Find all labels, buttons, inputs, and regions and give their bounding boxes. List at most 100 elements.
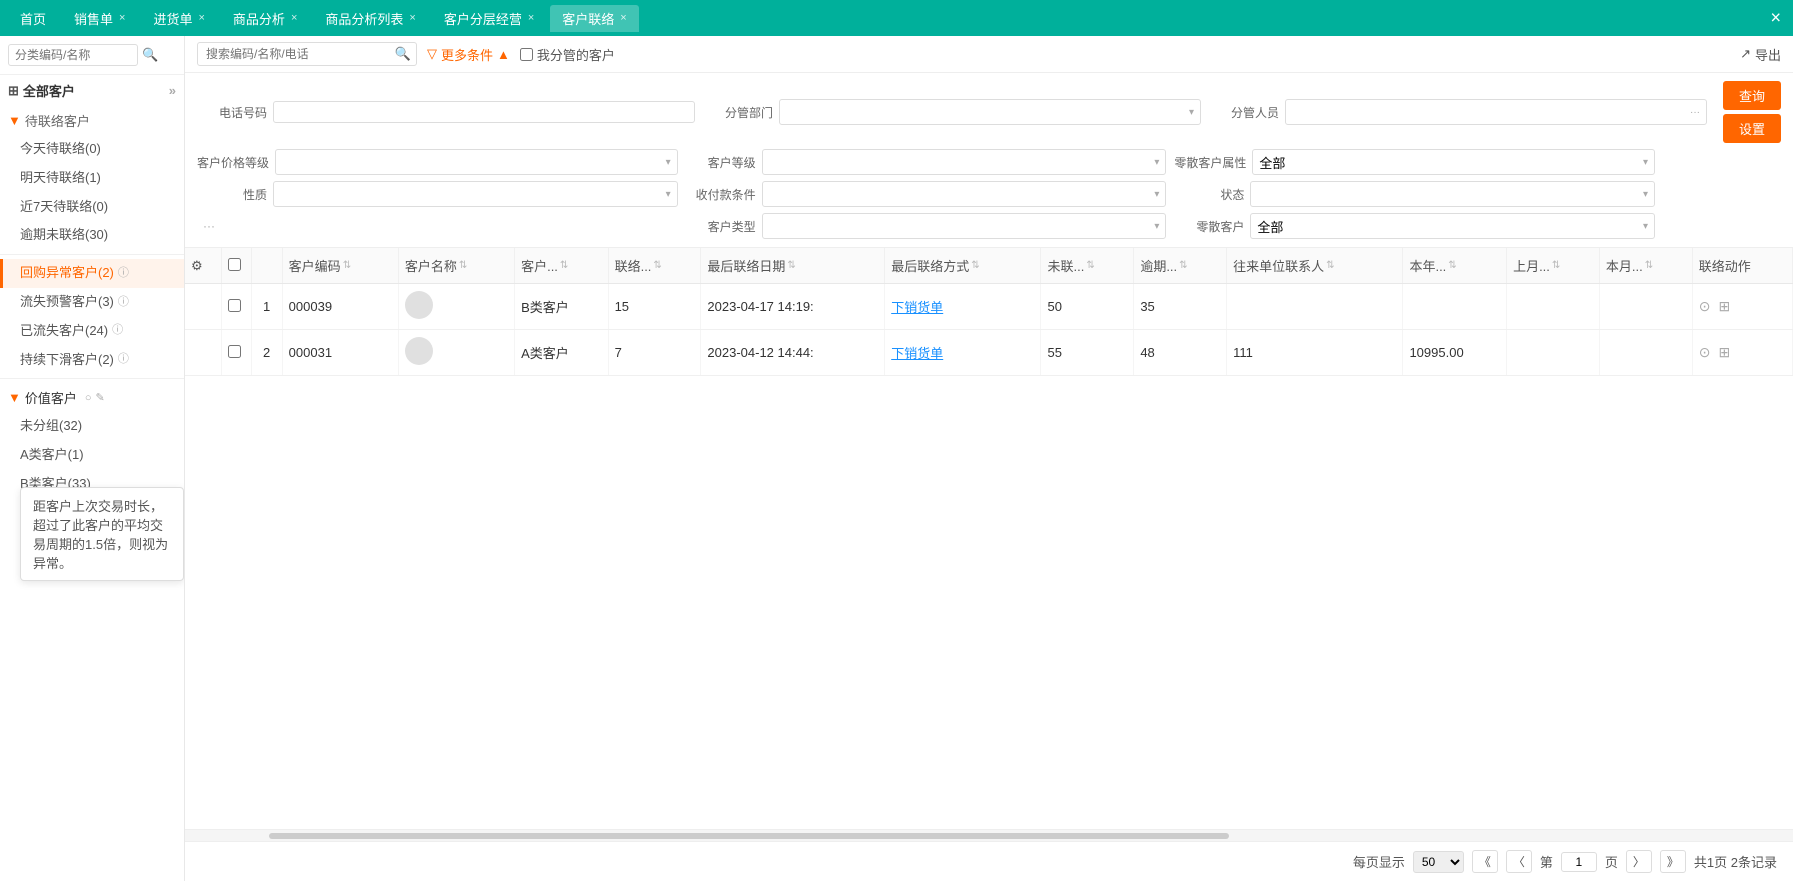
scattered-attr-dropdown[interactable]: 全部 ▾ bbox=[1252, 149, 1655, 175]
customer-level-label: 客户等级 bbox=[686, 154, 756, 171]
sort-icon: ⇅ bbox=[1326, 260, 1334, 271]
nature-dropdown[interactable]: ▾ bbox=[273, 181, 678, 207]
settings-icon[interactable]: ✎ bbox=[96, 391, 105, 404]
search-icon[interactable]: 🔍 bbox=[395, 46, 411, 62]
per-page-select[interactable]: 50 20 100 bbox=[1413, 851, 1464, 873]
payment-dropdown[interactable]: ▾ bbox=[762, 181, 1167, 207]
th-last-date[interactable]: 最后联络日期 ⇅ bbox=[701, 248, 885, 284]
customer-search-input[interactable] bbox=[197, 42, 417, 66]
close-icon[interactable]: × bbox=[198, 12, 204, 24]
sidebar-item-churned[interactable]: 已流失客户(24) ⓘ bbox=[0, 317, 184, 346]
settings-button[interactable]: 设置 bbox=[1723, 114, 1781, 143]
scattered-attr-label: 零散客户属性 bbox=[1174, 154, 1246, 171]
chevron-down-icon: ▾ bbox=[1643, 221, 1648, 232]
th-this-month[interactable]: 本月... ⇅ bbox=[1599, 248, 1692, 284]
th-last-month[interactable]: 上月... ⇅ bbox=[1507, 248, 1600, 284]
customer-type-dropdown[interactable]: ▾ bbox=[762, 213, 1167, 239]
tab-purchase-order[interactable]: 进货单 × bbox=[141, 5, 216, 32]
scattered-customer-dropdown[interactable]: 全部 ▾ bbox=[1250, 213, 1655, 239]
last-page-button[interactable]: 》 bbox=[1660, 850, 1686, 873]
more-btn[interactable]: ··· bbox=[197, 217, 221, 235]
sidebar-item-repurchase-abnormal[interactable]: 回购异常客户(2) ⓘ bbox=[0, 259, 184, 288]
link-action-icon[interactable]: ⊙ bbox=[1699, 298, 1711, 315]
row-checkbox[interactable] bbox=[228, 299, 241, 312]
th-code[interactable]: 客户编码 ⇅ bbox=[282, 248, 398, 284]
close-icon[interactable]: × bbox=[119, 12, 125, 24]
grid-icon: ⊞ bbox=[8, 83, 19, 99]
tab-customer-contact[interactable]: 客户联络 × bbox=[550, 5, 638, 32]
close-icon[interactable]: × bbox=[291, 12, 297, 24]
export-button[interactable]: ↗ 导出 bbox=[1740, 45, 1781, 64]
filter-top-bar: 🔍 ▽ 更多条件 ▲ 我分管的客户 ↗ 导出 bbox=[185, 36, 1793, 73]
next-page-button[interactable]: 〉 bbox=[1626, 850, 1652, 873]
sidebar-item-overdue[interactable]: 逾期未联络(30) bbox=[0, 221, 184, 250]
close-icon[interactable]: × bbox=[528, 12, 534, 24]
edit-icon[interactable]: ○ bbox=[85, 392, 92, 404]
customer-level-dropdown[interactable]: ▾ bbox=[762, 149, 1167, 175]
tab-product-analysis[interactable]: 商品分析 × bbox=[221, 5, 309, 32]
th-name[interactable]: 客户名称 ⇅ bbox=[398, 248, 514, 284]
sidebar-item-7days[interactable]: 近7天待联络(0) bbox=[0, 193, 184, 222]
row-check[interactable] bbox=[221, 330, 251, 376]
sidebar-item-unclassified[interactable]: 未分组(32) bbox=[0, 412, 184, 441]
my-customers-checkbox[interactable]: 我分管的客户 bbox=[520, 45, 615, 64]
row-last-method[interactable]: 下销货单 bbox=[885, 284, 1041, 330]
horizontal-scrollbar[interactable] bbox=[185, 829, 1793, 841]
page-number-input[interactable] bbox=[1561, 852, 1597, 872]
status-dropdown[interactable]: ▾ bbox=[1250, 181, 1655, 207]
sidebar-item-declining[interactable]: 持续下滑客户(2) ⓘ bbox=[0, 346, 184, 375]
collapse-icon[interactable]: » bbox=[169, 83, 176, 98]
sidebar-price-group[interactable]: ▼ 价值客户 ○ ✎ bbox=[0, 383, 184, 412]
row-checkbox[interactable] bbox=[228, 345, 241, 358]
th-contact[interactable]: 联络... ⇅ bbox=[608, 248, 701, 284]
th-overdue[interactable]: 逾期... ⇅ bbox=[1134, 248, 1227, 284]
sidebar-item-churn-warning[interactable]: 流失预警客户(3) ⓘ bbox=[0, 288, 184, 317]
sidebar-group-pending-contact[interactable]: ▼ 待联络客户 bbox=[0, 106, 184, 135]
sidebar-item-tomorrow[interactable]: 明天待联络(1) bbox=[0, 164, 184, 193]
th-contact-person[interactable]: 往来单位联系人 ⇅ bbox=[1227, 248, 1403, 284]
info-icon: ⓘ bbox=[118, 265, 129, 283]
th-check[interactable] bbox=[221, 248, 251, 284]
row-last-month bbox=[1507, 330, 1600, 376]
query-button[interactable]: 查询 bbox=[1723, 81, 1781, 110]
select-all-checkbox[interactable] bbox=[228, 258, 241, 271]
info-icon: ⓘ bbox=[112, 322, 123, 340]
price-level-dropdown[interactable]: ▾ bbox=[275, 149, 678, 175]
th-uncontacted[interactable]: 未联... ⇅ bbox=[1041, 248, 1134, 284]
first-page-button[interactable]: 《 bbox=[1472, 850, 1498, 873]
scattered-customer-label: 零散客户 bbox=[1174, 218, 1244, 235]
row-contact-person: 111 bbox=[1227, 330, 1403, 376]
scrollbar-thumb[interactable] bbox=[269, 833, 1229, 839]
link-action-icon[interactable]: ⊙ bbox=[1699, 344, 1711, 361]
close-icon[interactable]: × bbox=[409, 12, 415, 24]
more-conditions-button[interactable]: ▽ 更多条件 ▲ bbox=[427, 45, 510, 64]
close-all-button[interactable]: × bbox=[1770, 8, 1781, 29]
grid-action-icon[interactable]: ⊞ bbox=[1718, 298, 1730, 315]
close-icon[interactable]: × bbox=[620, 12, 626, 24]
tab-customer-tier[interactable]: 客户分层经营 × bbox=[432, 5, 546, 32]
my-customers-check[interactable] bbox=[520, 48, 533, 61]
grid-action-icon[interactable]: ⊞ bbox=[1718, 344, 1730, 361]
row-last-method[interactable]: 下销货单 bbox=[885, 330, 1041, 376]
sidebar-search-icon[interactable]: 🔍 bbox=[142, 47, 158, 63]
th-gear[interactable]: ⚙ bbox=[185, 248, 221, 284]
sidebar-item-class-a[interactable]: A类客户(1) bbox=[0, 441, 184, 470]
dept-label: 分管部门 bbox=[703, 104, 773, 121]
th-last-method[interactable]: 最后联络方式 ⇅ bbox=[885, 248, 1041, 284]
person-dropdown[interactable]: ··· bbox=[1285, 99, 1707, 125]
prev-page-button[interactable]: 〈 bbox=[1506, 850, 1532, 873]
tab-sales-order[interactable]: 销售单 × bbox=[62, 5, 137, 32]
row-check[interactable] bbox=[221, 284, 251, 330]
sidebar-item-today[interactable]: 今天待联络(0) bbox=[0, 135, 184, 164]
tab-home[interactable]: 首页 bbox=[8, 5, 58, 32]
th-this-year[interactable]: 本年... ⇅ bbox=[1403, 248, 1507, 284]
row-uncontacted: 55 bbox=[1041, 330, 1134, 376]
th-type[interactable]: 客户... ⇅ bbox=[515, 248, 609, 284]
filter-cell-payment: 收付款条件 ▾ bbox=[686, 181, 1167, 207]
table-area: ⚙ 客户编码 ⇅ 客户名称 ⇅ bbox=[185, 248, 1793, 829]
phone-input[interactable] bbox=[273, 101, 695, 123]
sidebar-search-input[interactable] bbox=[8, 44, 138, 66]
dept-dropdown[interactable]: ▾ bbox=[779, 99, 1201, 125]
tab-product-analysis-list[interactable]: 商品分析列表 × bbox=[313, 5, 427, 32]
sidebar-all-customers[interactable]: ⊞ 全部客户 » bbox=[0, 75, 184, 106]
